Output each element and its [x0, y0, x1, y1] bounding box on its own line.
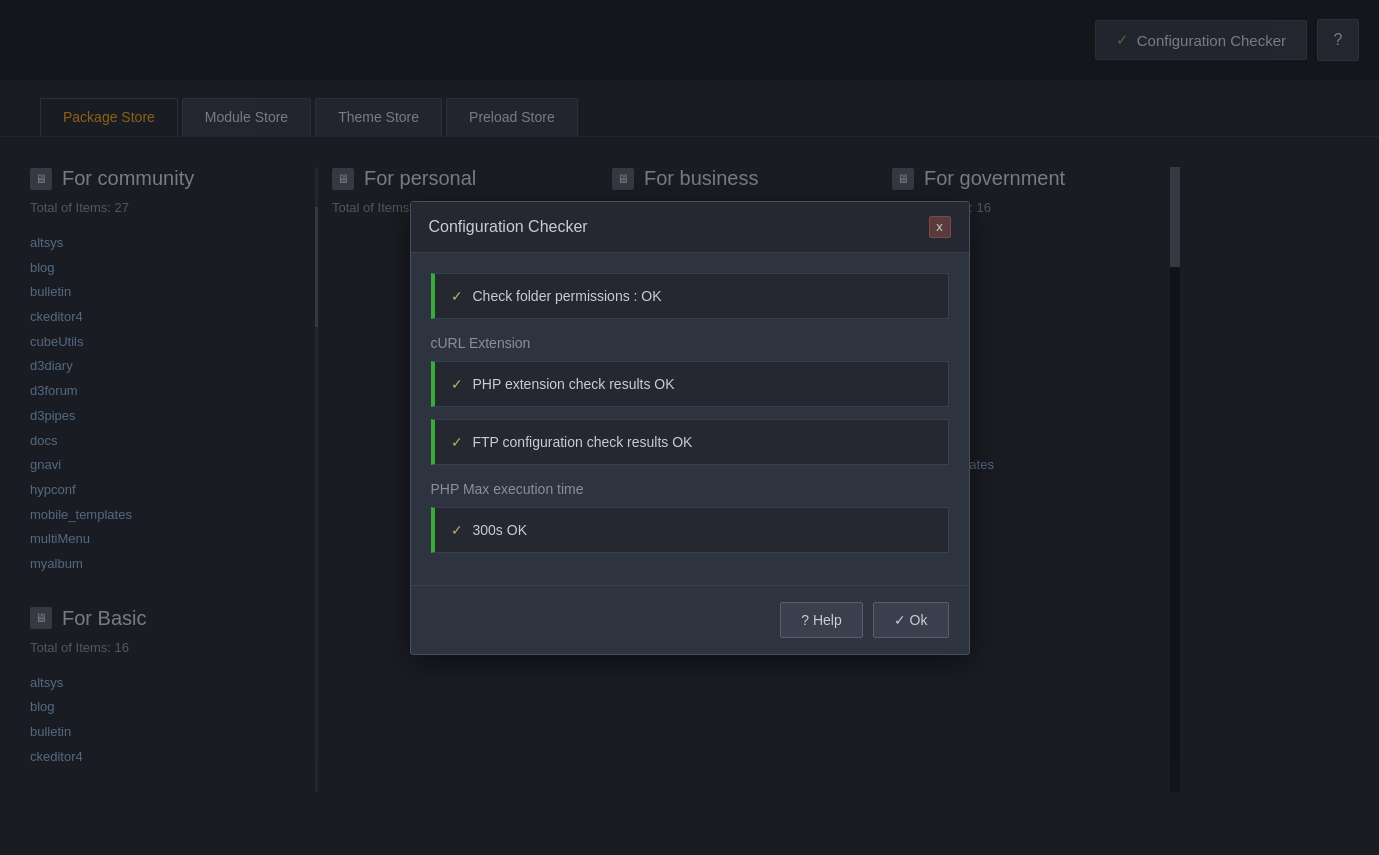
check-mark-icon: ✓	[451, 288, 463, 304]
modal-body: ✓ Check folder permissions : OK cURL Ext…	[411, 253, 969, 585]
check-mark-icon-2: ✓	[451, 376, 463, 392]
check-folder-permissions: ✓ Check folder permissions : OK	[431, 273, 949, 319]
check-ftp-config: ✓ FTP configuration check results OK	[431, 419, 949, 465]
help-btn-label: ? Help	[801, 612, 841, 628]
modal-help-button[interactable]: ? Help	[780, 602, 862, 638]
modal-title: Configuration Checker	[429, 218, 588, 236]
modal-overlay: Configuration Checker x ✓ Check folder p…	[0, 0, 1379, 855]
check-php-max-time: ✓ 300s OK	[431, 507, 949, 553]
ok-btn-label: ✓ Ok	[894, 612, 928, 628]
check-mark-icon-4: ✓	[451, 522, 463, 538]
configuration-checker-modal: Configuration Checker x ✓ Check folder p…	[410, 201, 970, 655]
check-php-extension: ✓ PHP extension check results OK	[431, 361, 949, 407]
check-php-text: PHP extension check results OK	[473, 376, 675, 392]
php-max-label: PHP Max execution time	[431, 481, 949, 497]
check-folder-text: Check folder permissions : OK	[473, 288, 662, 304]
modal-footer: ? Help ✓ Ok	[411, 585, 969, 654]
modal-close-button[interactable]: x	[929, 216, 951, 238]
check-ftp-text: FTP configuration check results OK	[473, 434, 693, 450]
modal-header: Configuration Checker x	[411, 202, 969, 253]
check-mark-icon-3: ✓	[451, 434, 463, 450]
check-300s-text: 300s OK	[473, 522, 527, 538]
curl-section-label: cURL Extension	[431, 335, 949, 351]
modal-ok-button[interactable]: ✓ Ok	[873, 602, 949, 638]
